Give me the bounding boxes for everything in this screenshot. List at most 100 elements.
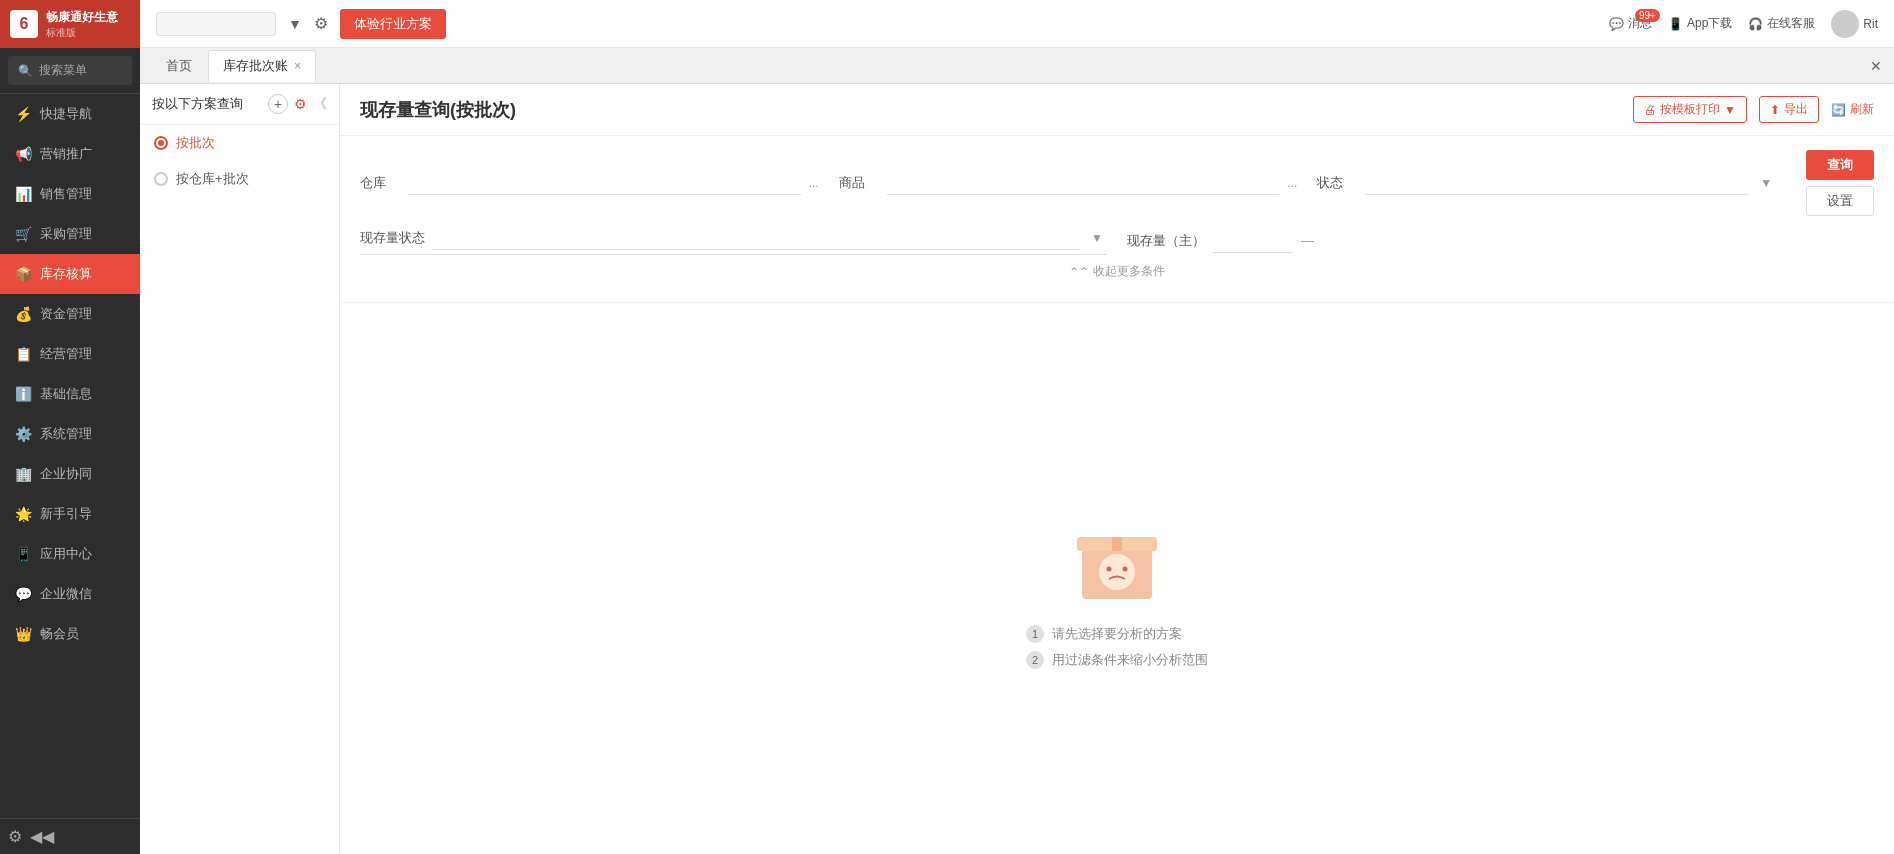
- tip-2-text: 用过滤条件来缩小分析范围: [1052, 651, 1208, 669]
- main-area: 现存量查询(按批次) 🖨 按模板打印 ▼ ⬆ 导出 🔄 刷新: [340, 84, 1894, 854]
- basic-icon: ℹ️: [14, 385, 32, 403]
- range-dash: —: [1301, 233, 1314, 248]
- topbar-gear-button[interactable]: ⚙: [314, 14, 328, 33]
- company-name: 畅康通好生意: [46, 9, 118, 26]
- user-menu[interactable]: Rit: [1831, 10, 1878, 38]
- sidebar-item-basic[interactable]: ℹ️ 基础信息: [0, 374, 140, 414]
- svg-point-4: [1107, 566, 1112, 571]
- filter-warehouse-batch-label: 按仓库+批次: [176, 170, 249, 188]
- search-menu-button[interactable]: 🔍 搜索菜单: [8, 56, 132, 85]
- user-name: Rit: [1863, 17, 1878, 31]
- sidebar-item-operations[interactable]: 📋 经营管理: [0, 334, 140, 374]
- status-dropdown-button[interactable]: ▼: [1756, 176, 1776, 190]
- empty-tip-2: 2 用过滤条件来缩小分析范围: [1026, 651, 1208, 669]
- product-field: 商品 ...: [839, 171, 1298, 195]
- settings-button[interactable]: 设置: [1806, 186, 1874, 216]
- product-input[interactable]: [887, 171, 1280, 195]
- sidebar-item-purchase[interactable]: 🛒 采购管理: [0, 214, 140, 254]
- sidebar-gear-button[interactable]: ⚙: [8, 827, 22, 846]
- empty-tips: 1 请先选择要分析的方案 2 用过滤条件来缩小分析范围: [1026, 625, 1208, 669]
- status-input[interactable]: [1365, 171, 1748, 195]
- page-header: 现存量查询(按批次) 🖨 按模板打印 ▼ ⬆ 导出 🔄 刷新: [340, 84, 1894, 136]
- svg-point-5: [1123, 566, 1128, 571]
- tab-inventory-batch[interactable]: 库存批次账 ×: [208, 50, 316, 82]
- empty-state: 1 请先选择要分析的方案 2 用过滤条件来缩小分析范围: [340, 303, 1894, 854]
- product-label: 商品: [839, 174, 879, 192]
- collapse-conditions-button[interactable]: ⌃⌃ 收起更多条件: [360, 255, 1874, 288]
- app-icon: 📱: [14, 545, 32, 563]
- stock-status-dropdown-button[interactable]: ▼: [1087, 231, 1107, 245]
- filter-settings-button[interactable]: ⚙: [294, 95, 307, 113]
- sidebar-item-marketing[interactable]: 📢 营销推广: [0, 134, 140, 174]
- status-field: 状态 ▼: [1317, 171, 1776, 195]
- topbar-dropdown-button[interactable]: ▼: [288, 16, 302, 32]
- filter-item-warehouse-batch[interactable]: 按仓库+批次: [140, 161, 339, 197]
- sidebar: 6 畅康通好生意 标准版 🔍 搜索菜单 ⚡ 快捷导航 📢 营销推广 📊 销售管理…: [0, 0, 140, 854]
- topbar-search-input[interactable]: [156, 12, 276, 36]
- online-service-label: 在线客服: [1767, 15, 1815, 32]
- tab-close-button[interactable]: ×: [294, 60, 301, 72]
- page-title: 现存量查询(按批次): [360, 98, 516, 122]
- query-button[interactable]: 查询: [1806, 150, 1874, 180]
- online-service-button[interactable]: 🎧 在线客服: [1748, 15, 1815, 32]
- refresh-button[interactable]: 🔄 刷新: [1831, 101, 1874, 118]
- sidebar-header: 6 畅康通好生意 标准版: [0, 0, 140, 48]
- page-header-actions: 🖨 按模板打印 ▼ ⬆ 导出 🔄 刷新: [1633, 96, 1874, 123]
- guide-label: 新手引导: [40, 505, 92, 523]
- sidebar-bottom: ⚙ ◀◀: [0, 818, 140, 854]
- avatar: [1831, 10, 1859, 38]
- tip-2-number: 2: [1026, 651, 1044, 669]
- app-label: 应用中心: [40, 545, 92, 563]
- search-icon: 🔍: [18, 64, 33, 78]
- filter-add-button[interactable]: +: [268, 94, 288, 114]
- quick-nav-label: 快捷导航: [40, 105, 92, 123]
- stock-quantity-label: 现存量（主）: [1127, 232, 1205, 250]
- tabbar: 首页 库存批次账 × ✕: [140, 48, 1894, 84]
- service-icon: 🎧: [1748, 17, 1763, 31]
- sidebar-item-vip[interactable]: 👑 畅会员: [0, 614, 140, 654]
- filter-item-batch[interactable]: 按批次: [140, 125, 339, 161]
- stock-quantity-field: 现存量（主） —: [1127, 229, 1874, 253]
- close-panel-button[interactable]: ✕: [1870, 58, 1882, 74]
- collapse-label: 收起更多条件: [1093, 263, 1165, 280]
- wechat-label: 企业微信: [40, 585, 92, 603]
- sidebar-item-enterprise[interactable]: 🏢 企业协同: [0, 454, 140, 494]
- main-content: ▼ ⚙ 体验行业方案 💬 消息 99+ 📱 App下载 🎧 在线客服 Rit: [140, 0, 1894, 854]
- sidebar-item-wechat[interactable]: 💬 企业微信: [0, 574, 140, 614]
- sidebar-item-inventory[interactable]: 📦 库存核算: [0, 254, 140, 294]
- warehouse-input[interactable]: [408, 171, 801, 195]
- sidebar-nav: ⚡ 快捷导航 📢 营销推广 📊 销售管理 🛒 采购管理 📦 库存核算 💰 资金管…: [0, 94, 140, 818]
- app-download-button[interactable]: 📱 App下载: [1668, 15, 1732, 32]
- search-conditions: 仓库 ... 商品 ... 状态 ▼ 查询: [340, 136, 1894, 303]
- topbar: ▼ ⚙ 体验行业方案 💬 消息 99+ 📱 App下载 🎧 在线客服 Rit: [140, 0, 1894, 48]
- chevron-up-icon: ⌃⌃: [1069, 265, 1089, 279]
- sidebar-item-quick-nav[interactable]: ⚡ 快捷导航: [0, 94, 140, 134]
- export-button[interactable]: ⬆ 导出: [1759, 96, 1819, 123]
- svg-rect-2: [1112, 537, 1122, 551]
- sidebar-toggle-button[interactable]: ◀◀: [30, 827, 54, 846]
- filter-collapse-button[interactable]: 《: [313, 95, 327, 113]
- sidebar-item-system[interactable]: ⚙️ 系统管理: [0, 414, 140, 454]
- filter-header: 按以下方案查询 + ⚙ 《: [140, 84, 339, 125]
- message-button[interactable]: 💬 消息 99+: [1609, 15, 1652, 32]
- sidebar-search-area: 🔍 搜索菜单: [0, 48, 140, 94]
- product-more-button[interactable]: ...: [1287, 176, 1297, 190]
- sidebar-item-app[interactable]: 📱 应用中心: [0, 534, 140, 574]
- basic-label: 基础信息: [40, 385, 92, 403]
- vip-icon: 👑: [14, 625, 32, 643]
- conditions-row-2: 现存量状态 ▼ 现存量（主） —: [360, 226, 1874, 255]
- sidebar-item-finance[interactable]: 💰 资金管理: [0, 294, 140, 334]
- tab-active-label: 库存批次账: [223, 57, 288, 75]
- print-icon: 🖨: [1644, 103, 1656, 117]
- experience-button[interactable]: 体验行业方案: [340, 9, 446, 39]
- message-badge: 99+: [1635, 9, 1660, 22]
- sidebar-item-sales[interactable]: 📊 销售管理: [0, 174, 140, 214]
- warehouse-more-button[interactable]: ...: [809, 176, 819, 190]
- tab-home[interactable]: 首页: [152, 51, 206, 81]
- print-button[interactable]: 🖨 按模板打印 ▼: [1633, 96, 1747, 123]
- stock-quantity-min-input[interactable]: [1213, 229, 1293, 253]
- enterprise-icon: 🏢: [14, 465, 32, 483]
- stock-status-input[interactable]: [433, 226, 1079, 250]
- sidebar-item-guide[interactable]: 🌟 新手引导: [0, 494, 140, 534]
- search-menu-label: 搜索菜单: [39, 62, 87, 79]
